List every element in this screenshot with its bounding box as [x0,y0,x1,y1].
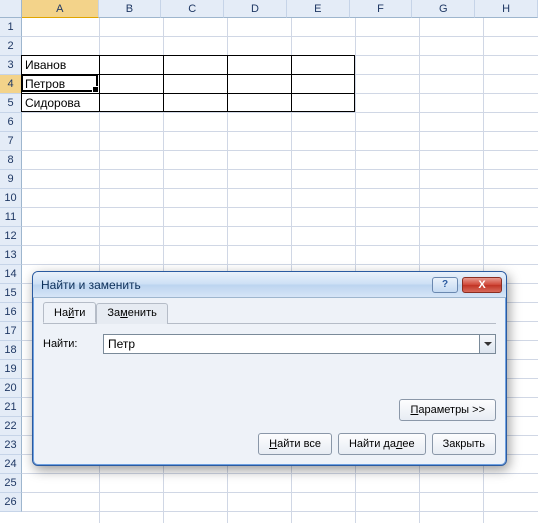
options-button[interactable]: Параметры >> [399,399,496,421]
dialog-body: Найти Заменить Найти: Параметры >> Найти… [33,298,506,465]
find-all-button[interactable]: Найти все [258,433,332,455]
row-header[interactable]: 19 [0,360,22,379]
close-button[interactable]: Закрыть [432,433,496,455]
row-header[interactable]: 23 [0,436,22,455]
row-header[interactable]: 9 [0,170,22,189]
row-header[interactable]: 10 [0,189,22,208]
row-header[interactable]: 15 [0,284,22,303]
row-headers: 1234567891011121314151617181920212223242… [0,18,22,523]
row-header[interactable]: 21 [0,398,22,417]
row-header[interactable]: 11 [0,208,22,227]
row-header[interactable]: 8 [0,151,22,170]
row-header[interactable]: 14 [0,265,22,284]
tab-find[interactable]: Найти [43,302,96,323]
row-header[interactable]: 4 [0,75,22,94]
dialog-titlebar[interactable]: Найти и заменить ? X [33,272,506,298]
find-dropdown-button[interactable] [479,335,495,353]
column-header[interactable]: F [350,0,413,18]
row-header[interactable]: 24 [0,455,22,474]
dialog-close-button[interactable]: X [462,277,502,293]
help-button[interactable]: ? [432,277,458,293]
column-header[interactable]: C [161,0,224,18]
column-header[interactable]: E [287,0,350,18]
column-header[interactable]: D [224,0,287,18]
row-header[interactable]: 6 [0,113,22,132]
row-header[interactable]: 12 [0,227,22,246]
row-header[interactable]: 5 [0,94,22,113]
column-header[interactable]: H [475,0,538,18]
dialog-tabs: Найти Заменить [43,302,496,324]
row-header[interactable]: 1 [0,18,22,37]
find-replace-dialog: Найти и заменить ? X Найти Заменить Найт… [32,271,507,466]
cell[interactable]: Сидорова [22,94,100,113]
column-header[interactable]: A [22,0,99,18]
find-label: Найти: [43,338,103,350]
row-header[interactable]: 13 [0,246,22,265]
row-header[interactable]: 20 [0,379,22,398]
column-headers: ABCDEFGH [22,0,538,18]
row-header[interactable]: 25 [0,474,22,493]
select-all-corner[interactable] [0,0,22,18]
row-header[interactable]: 18 [0,341,22,360]
row-header[interactable]: 17 [0,322,22,341]
row-header[interactable]: 26 [0,493,22,512]
column-header[interactable]: G [412,0,475,18]
find-field-row: Найти: [43,334,496,354]
row-header[interactable]: 16 [0,303,22,322]
cell[interactable]: Петров [22,75,100,94]
column-header[interactable]: B [99,0,162,18]
cell[interactable]: Иванов [22,56,100,75]
dialog-title: Найти и заменить [41,278,428,292]
tab-replace[interactable]: Заменить [96,303,167,324]
row-header[interactable]: 2 [0,37,22,56]
row-header[interactable]: 7 [0,132,22,151]
row-header[interactable]: 3 [0,56,22,75]
find-input[interactable] [104,335,479,353]
find-next-button[interactable]: Найти далее [338,433,426,455]
row-header[interactable]: 22 [0,417,22,436]
find-combobox [103,334,496,354]
